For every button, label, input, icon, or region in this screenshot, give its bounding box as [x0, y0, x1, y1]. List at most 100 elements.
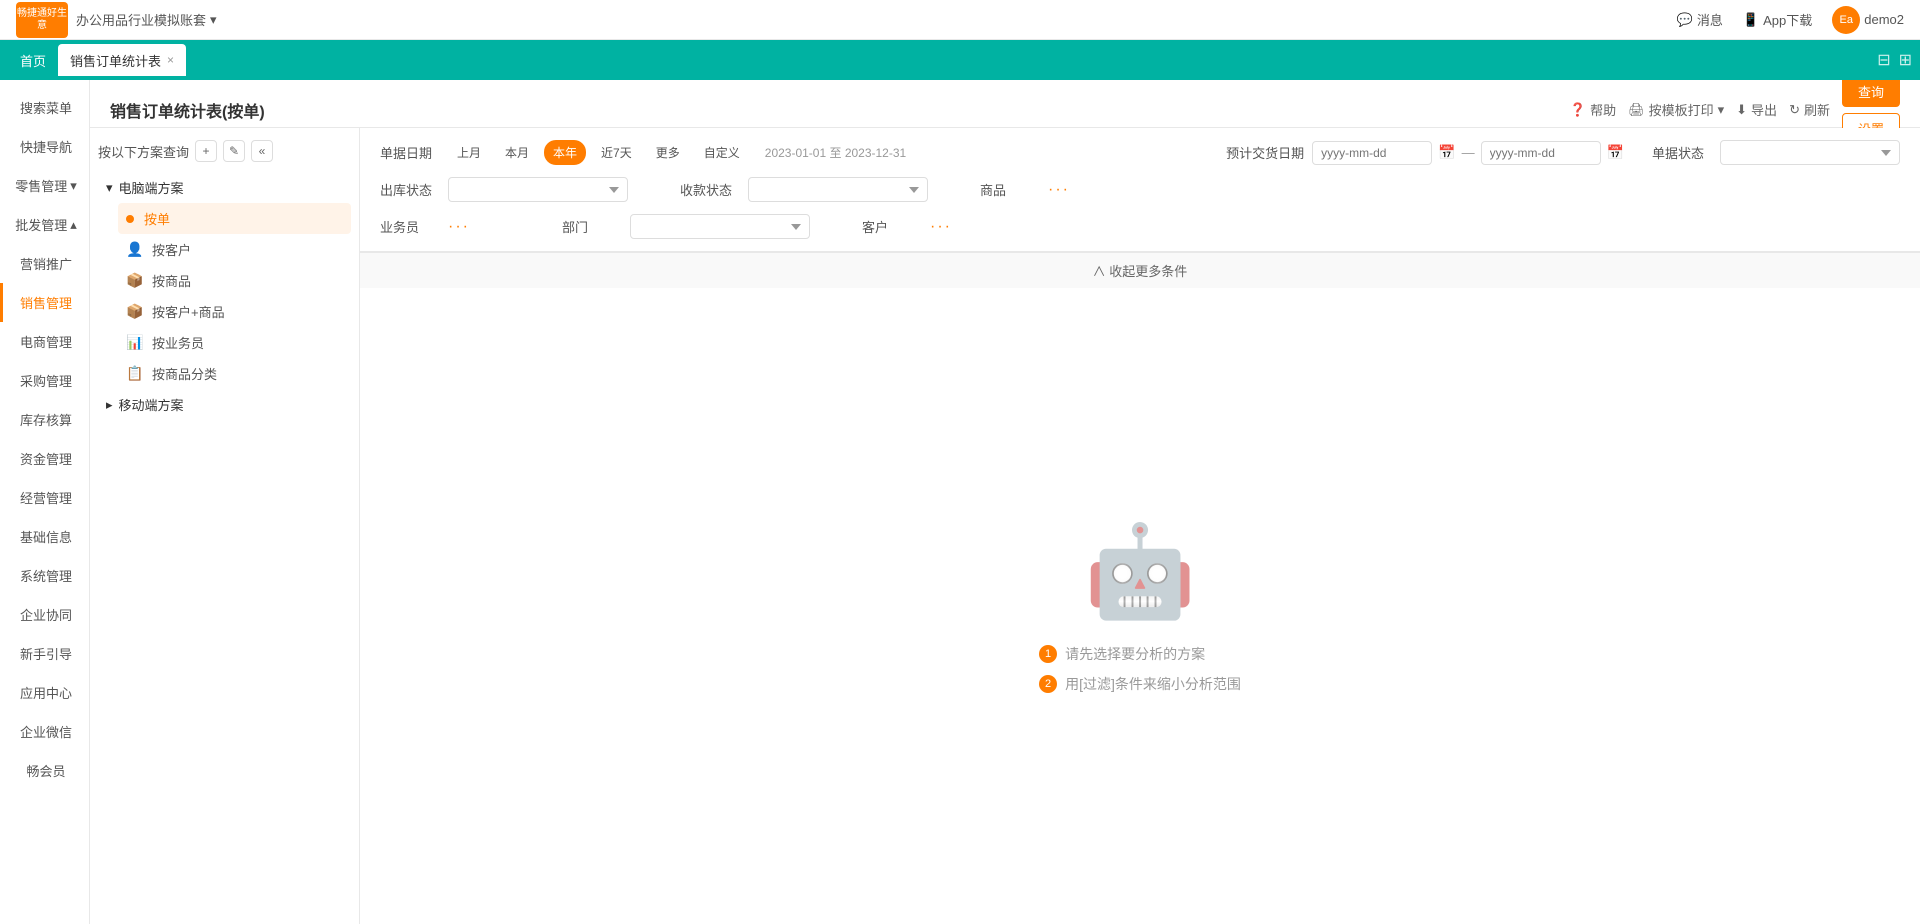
download-label: App下载: [1763, 10, 1812, 29]
receipt-status-label: 收款状态: [680, 180, 740, 199]
tip-num-2: 2: [1039, 675, 1057, 693]
sidebar-item-system[interactable]: 系统管理: [0, 556, 89, 595]
tab-home-label: 首页: [20, 51, 46, 70]
chevron-up-icon: ▴: [70, 217, 77, 233]
panel-title-row: 按以下方案查询 + ✎ «: [98, 140, 351, 162]
date-btn-this-month[interactable]: 本月: [496, 140, 538, 165]
tab-active[interactable]: 销售订单统计表 ×: [58, 44, 186, 76]
sidebar-item-operations[interactable]: 经营管理: [0, 478, 89, 517]
sidebar-item-retail[interactable]: 零售管理 ▾: [0, 166, 89, 205]
help-button[interactable]: ❓ 帮助: [1570, 100, 1616, 119]
receipt-status-select[interactable]: [748, 177, 928, 202]
filter-row-3: 业务员 ··· 部门 客户 ···: [380, 214, 1900, 239]
plus-icon: +: [203, 144, 210, 158]
tab-close-icon[interactable]: ×: [167, 53, 174, 67]
expected-date-input-group: 📅 — 📅: [1312, 141, 1624, 165]
message-button[interactable]: 💬 消息: [1677, 10, 1723, 29]
date-separator: —: [1462, 145, 1475, 160]
app-download-button[interactable]: 📱 App下载: [1743, 10, 1812, 29]
print-label: 按模板打印: [1649, 100, 1714, 119]
sidebar-item-basic[interactable]: 基础信息: [0, 517, 89, 556]
status-select[interactable]: [1720, 140, 1900, 165]
date-btn-last-month[interactable]: 上月: [448, 140, 490, 165]
collapse-panel-button[interactable]: «: [251, 140, 273, 162]
scheme-by-salesperson[interactable]: 📊 按业务员: [118, 327, 351, 358]
tabbar-actions: ⊟ ⊞: [1877, 50, 1912, 70]
date-btn-custom[interactable]: 自定义: [695, 140, 749, 165]
sidebar-item-enterprise[interactable]: 企业协同: [0, 595, 89, 634]
scheme-by-customer-goods[interactable]: 📦 按客户+商品: [118, 296, 351, 327]
date-btn-this-year[interactable]: 本年: [544, 140, 586, 165]
app-selector-label: 办公用品行业模拟账套: [76, 10, 206, 29]
sidebar-item-newbie[interactable]: 新手引导: [0, 634, 89, 673]
sidebar-item-purchase[interactable]: 采购管理: [0, 361, 89, 400]
sidebar-item-wholesale[interactable]: 批发管理 ▴: [0, 205, 89, 244]
scheme-by-goods[interactable]: 📦 按商品: [118, 265, 351, 296]
edit-icon: ✎: [229, 144, 239, 158]
export-label: 导出: [1751, 100, 1777, 119]
tree-parent-pc[interactable]: ▾ 电脑端方案: [98, 172, 351, 203]
sidebar-item-search[interactable]: 搜索菜单: [0, 88, 89, 127]
salesperson-group: 业务员 ···: [380, 217, 470, 236]
topbar: 畅捷通好生意 办公用品行业模拟账套 ▾ 💬 消息 📱 App下载 Ea demo…: [0, 0, 1920, 40]
export-icon: ⬇: [1736, 102, 1747, 118]
scheme-by-order[interactable]: 按单: [118, 203, 351, 234]
message-label: 消息: [1697, 10, 1723, 29]
active-indicator: [126, 215, 134, 223]
export-button[interactable]: ⬇ 导出: [1736, 100, 1777, 119]
sidebar-item-marketing[interactable]: 营销推广: [0, 244, 89, 283]
shipment-status-select[interactable]: [448, 177, 628, 202]
user-menu[interactable]: Ea demo2: [1832, 6, 1904, 34]
sidebar-item-quicknav[interactable]: 快捷导航: [0, 127, 89, 166]
edit-scheme-button[interactable]: ✎: [223, 140, 245, 162]
sidebar-item-sales[interactable]: 销售管理: [0, 283, 89, 322]
message-icon: 💬: [1677, 12, 1693, 28]
help-label: 帮助: [1590, 100, 1616, 119]
customer-group: 客户 ···: [862, 217, 952, 236]
maximize-icon[interactable]: ⊞: [1899, 50, 1912, 70]
add-scheme-button[interactable]: +: [195, 140, 217, 162]
main-layout: 搜索菜单 快捷导航 零售管理 ▾ 批发管理 ▴ 营销推广 销售管理 电商管理 采…: [0, 80, 1920, 924]
expected-date-from[interactable]: [1312, 141, 1432, 165]
minimize-icon[interactable]: ⊟: [1877, 50, 1890, 70]
scheme-by-customer[interactable]: 👤 按客户: [118, 234, 351, 265]
date-shortcuts: 上月 本月 本年 近7天 更多 自定义: [448, 140, 749, 165]
empty-tip-1: 1 请先选择要分析的方案: [1039, 644, 1241, 664]
topbar-right: 💬 消息 📱 App下载 Ea demo2: [1677, 6, 1904, 34]
date-btn-last-7-days[interactable]: 近7天: [592, 140, 641, 165]
sidebar-item-inventory[interactable]: 库存核算: [0, 400, 89, 439]
app-selector[interactable]: 办公用品行业模拟账套 ▾: [76, 10, 217, 29]
tree-section: ▾ 电脑端方案 按单 👤 按客户 📦: [98, 172, 351, 420]
sidebar-item-ecommerce[interactable]: 电商管理: [0, 322, 89, 361]
sidebar-item-appcenter[interactable]: 应用中心: [0, 673, 89, 712]
query-button[interactable]: 查询: [1842, 80, 1900, 107]
customer-more-icon[interactable]: ···: [930, 218, 952, 236]
collapse-bar[interactable]: ∧ 收起更多条件: [360, 252, 1920, 288]
page-title: 销售订单统计表(按单): [110, 98, 265, 122]
date-filter-group: 单据日期 上月 本月 本年 近7天 更多 自定义: [380, 140, 749, 165]
goods-more-icon[interactable]: ···: [1048, 181, 1070, 199]
sidebar-item-member[interactable]: 畅会员: [0, 751, 89, 790]
filter-area: 单据日期 上月 本月 本年 近7天 更多 自定义 2023-01-0: [360, 128, 1920, 252]
date-label: 单据日期: [380, 143, 440, 162]
refresh-button[interactable]: ↻ 刷新: [1789, 100, 1830, 119]
right-content: 单据日期 上月 本月 本年 近7天 更多 自定义 2023-01-0: [360, 128, 1920, 924]
tree-children: 按单 👤 按客户 📦 按商品 📦 按客户+商品: [98, 203, 351, 389]
status-label: 单据状态: [1652, 143, 1712, 162]
expected-date-to[interactable]: [1481, 141, 1601, 165]
scheme-by-customer-goods-label: 按客户+商品: [152, 302, 225, 321]
calendar-to-icon[interactable]: 📅: [1607, 144, 1624, 161]
print-button[interactable]: 🖨 按模板打印 ▾: [1628, 100, 1724, 119]
tab-home[interactable]: 首页: [8, 44, 58, 76]
tree-parent-mobile[interactable]: ▸ 移动端方案: [98, 389, 351, 420]
empty-tip-2: 2 用[过滤]条件来缩小分析范围: [1039, 674, 1241, 694]
calendar-from-icon[interactable]: 📅: [1438, 144, 1455, 161]
date-btn-more[interactable]: 更多: [647, 140, 689, 165]
salesperson-more-icon[interactable]: ···: [448, 218, 470, 236]
sidebar-item-finance[interactable]: 资金管理: [0, 439, 89, 478]
sidebar-item-wechat[interactable]: 企业微信: [0, 712, 89, 751]
collapse-icon: ∧: [1093, 264, 1110, 279]
goods-label: 商品: [980, 180, 1040, 199]
scheme-by-category[interactable]: 📋 按商品分类: [118, 358, 351, 389]
department-select[interactable]: [630, 214, 810, 239]
